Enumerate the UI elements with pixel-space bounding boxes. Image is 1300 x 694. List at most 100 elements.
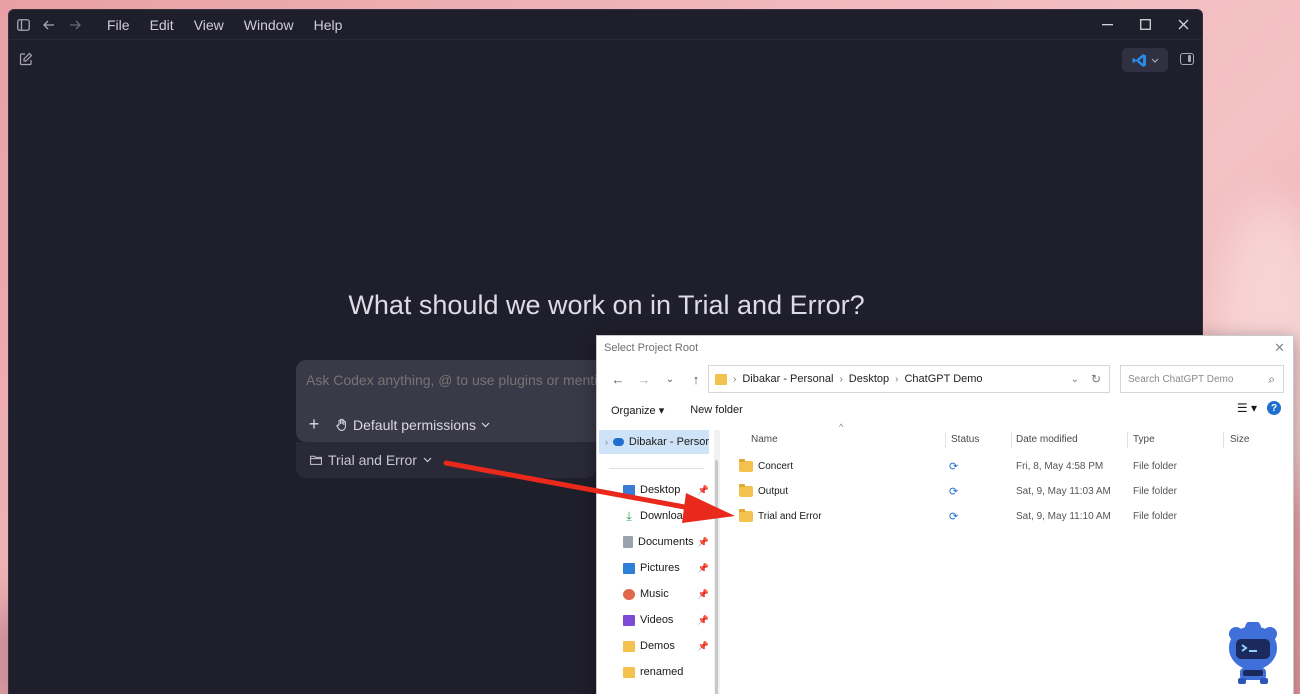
- chevron-down-icon: [1151, 58, 1158, 63]
- nav-item-label: Downloads: [640, 510, 695, 522]
- back-arrow-icon[interactable]: ←: [605, 366, 631, 392]
- forward-arrow-icon[interactable]: [65, 15, 85, 35]
- mascot-robot-icon: [1229, 622, 1277, 684]
- recent-locations-chevron-icon[interactable]: ⌄: [657, 366, 683, 392]
- folder-icon: [739, 459, 753, 472]
- sidebar-toggle-icon[interactable]: [13, 15, 33, 35]
- folder-icon: [715, 373, 727, 385]
- chevron-down-icon: [423, 457, 432, 463]
- vscode-icon: [1132, 53, 1146, 67]
- pin-icon: 📌: [697, 640, 709, 651]
- file-name: Trial and Error: [758, 511, 822, 522]
- chevron-down-icon[interactable]: ⌄: [1071, 374, 1079, 385]
- nav-item-demos[interactable]: Demos 📌: [623, 636, 713, 656]
- file-row-trial-and-error[interactable]: Trial and Error ⟳ Sat, 9, May 11:10 AM F…: [723, 505, 1283, 529]
- pin-icon: 📌: [697, 588, 709, 599]
- title-bar: File Edit View Window Help: [9, 10, 1202, 39]
- file-name: Output: [758, 486, 789, 497]
- column-header-name[interactable]: Name: [751, 434, 778, 445]
- organize-button[interactable]: Organize ▾: [611, 404, 664, 417]
- menu-edit[interactable]: Edit: [140, 17, 184, 33]
- nav-item-desktop[interactable]: Desktop 📌: [623, 480, 713, 500]
- project-label: Trial and Error: [328, 452, 417, 468]
- nav-item-label: Pictures: [640, 562, 680, 574]
- nav-item-label: Videos: [640, 614, 674, 626]
- close-icon[interactable]: ✕: [1274, 340, 1285, 356]
- file-type: File folder: [1133, 511, 1177, 522]
- close-icon[interactable]: [1164, 10, 1202, 39]
- project-selector[interactable]: Trial and Error: [296, 442, 596, 478]
- sync-icon: ⟳: [949, 461, 959, 473]
- breadcrumb-separator-icon: ›: [839, 373, 843, 385]
- folder-icon: [739, 509, 753, 522]
- column-header-type[interactable]: Type: [1133, 434, 1155, 445]
- menu-help[interactable]: Help: [304, 17, 353, 33]
- hand-icon: [336, 418, 346, 431]
- nav-item-label: Music: [640, 588, 669, 600]
- breadcrumb-item[interactable]: ChatGPT Demo: [904, 373, 982, 385]
- column-divider: [945, 432, 946, 448]
- column-header-size[interactable]: Size: [1230, 434, 1249, 445]
- folder-outline-icon: [310, 455, 322, 465]
- column-header-status[interactable]: Status: [951, 434, 979, 445]
- pin-icon: 📌: [697, 562, 709, 573]
- page-title: What should we work on in Trial and Erro…: [348, 290, 865, 320]
- pin-icon: 📌: [697, 614, 709, 625]
- new-chat-icon[interactable]: [19, 52, 35, 68]
- permissions-dropdown[interactable]: Default permissions: [336, 417, 490, 433]
- nav-item-music[interactable]: Music 📌: [623, 584, 713, 604]
- app-toolbar: [9, 39, 1202, 79]
- breadcrumb-item[interactable]: Dibakar - Personal: [742, 373, 833, 385]
- nav-item-documents[interactable]: Documents 📌: [623, 532, 713, 552]
- select-folder-dialog: Select Project Root ✕ ← → ⌄ ↑ › Dibakar …: [596, 335, 1294, 694]
- divider: [609, 468, 704, 469]
- menu-window[interactable]: Window: [234, 17, 304, 33]
- search-box[interactable]: Search ChatGPT Demo ⌕: [1120, 365, 1284, 393]
- nav-item-label: Dibakar - Persor: [628, 436, 709, 448]
- up-arrow-icon[interactable]: ↑: [683, 366, 709, 392]
- pin-icon: 📌: [697, 510, 709, 521]
- file-date: Fri, 8, May 4:58 PM: [1016, 461, 1104, 472]
- music-icon: [623, 588, 635, 600]
- maximize-icon[interactable]: [1126, 10, 1164, 39]
- add-attachment-icon[interactable]: +: [306, 414, 322, 435]
- permissions-label: Default permissions: [353, 416, 476, 433]
- nav-item-pictures[interactable]: Pictures 📌: [623, 558, 713, 578]
- cloud-icon: [613, 438, 624, 446]
- desktop-icon: [623, 484, 635, 496]
- view-options-icon[interactable]: ☰ ▾: [1237, 401, 1257, 415]
- column-header-date-modified[interactable]: Date modified: [1016, 434, 1078, 445]
- organize-label: Organize: [611, 404, 656, 417]
- nav-item-renamed[interactable]: renamed: [623, 662, 713, 682]
- chevron-right-icon: ›: [605, 437, 608, 447]
- navigation-pane: › Dibakar - Persor Desktop 📌 ⤓ Downloads…: [597, 430, 715, 694]
- dialog-title-bar: Select Project Root ✕: [597, 336, 1293, 360]
- file-row-output[interactable]: Output ⟳ Sat, 9, May 11:03 AM File folde…: [723, 480, 1283, 504]
- nav-item-videos[interactable]: Videos 📌: [623, 610, 713, 630]
- refresh-icon[interactable]: ↻: [1091, 372, 1101, 386]
- menu-file[interactable]: File: [97, 17, 140, 33]
- nav-scrollbar[interactable]: [714, 430, 720, 694]
- back-arrow-icon[interactable]: [39, 15, 59, 35]
- nav-item-onedrive[interactable]: › Dibakar - Persor: [599, 430, 709, 454]
- new-folder-button[interactable]: New folder: [690, 404, 743, 416]
- breadcrumb-separator-icon: ›: [733, 373, 737, 385]
- breadcrumb-item[interactable]: Desktop: [849, 373, 889, 385]
- file-type: File folder: [1133, 486, 1177, 497]
- pictures-icon: [623, 562, 635, 574]
- minimize-icon[interactable]: [1088, 10, 1126, 39]
- side-panel-icon[interactable]: [1180, 53, 1194, 65]
- menu-view[interactable]: View: [184, 17, 234, 33]
- help-icon[interactable]: ?: [1267, 401, 1281, 415]
- sync-icon: ⟳: [949, 486, 959, 498]
- download-icon: ⤓: [626, 508, 632, 523]
- nav-item-downloads[interactable]: ⤓ Downloads 📌: [623, 506, 713, 526]
- forward-arrow-icon[interactable]: →: [631, 366, 657, 392]
- file-row-concert[interactable]: Concert ⟳ Fri, 8, May 4:58 PM File folde…: [723, 455, 1283, 479]
- prompt-input[interactable]: [306, 372, 596, 388]
- nav-item-label: Desktop: [640, 484, 681, 496]
- open-in-editor-button[interactable]: [1122, 48, 1168, 72]
- documents-icon: [623, 536, 633, 548]
- address-bar[interactable]: › Dibakar - Personal › Desktop › ChatGPT…: [708, 365, 1110, 393]
- file-name: Concert: [758, 461, 794, 472]
